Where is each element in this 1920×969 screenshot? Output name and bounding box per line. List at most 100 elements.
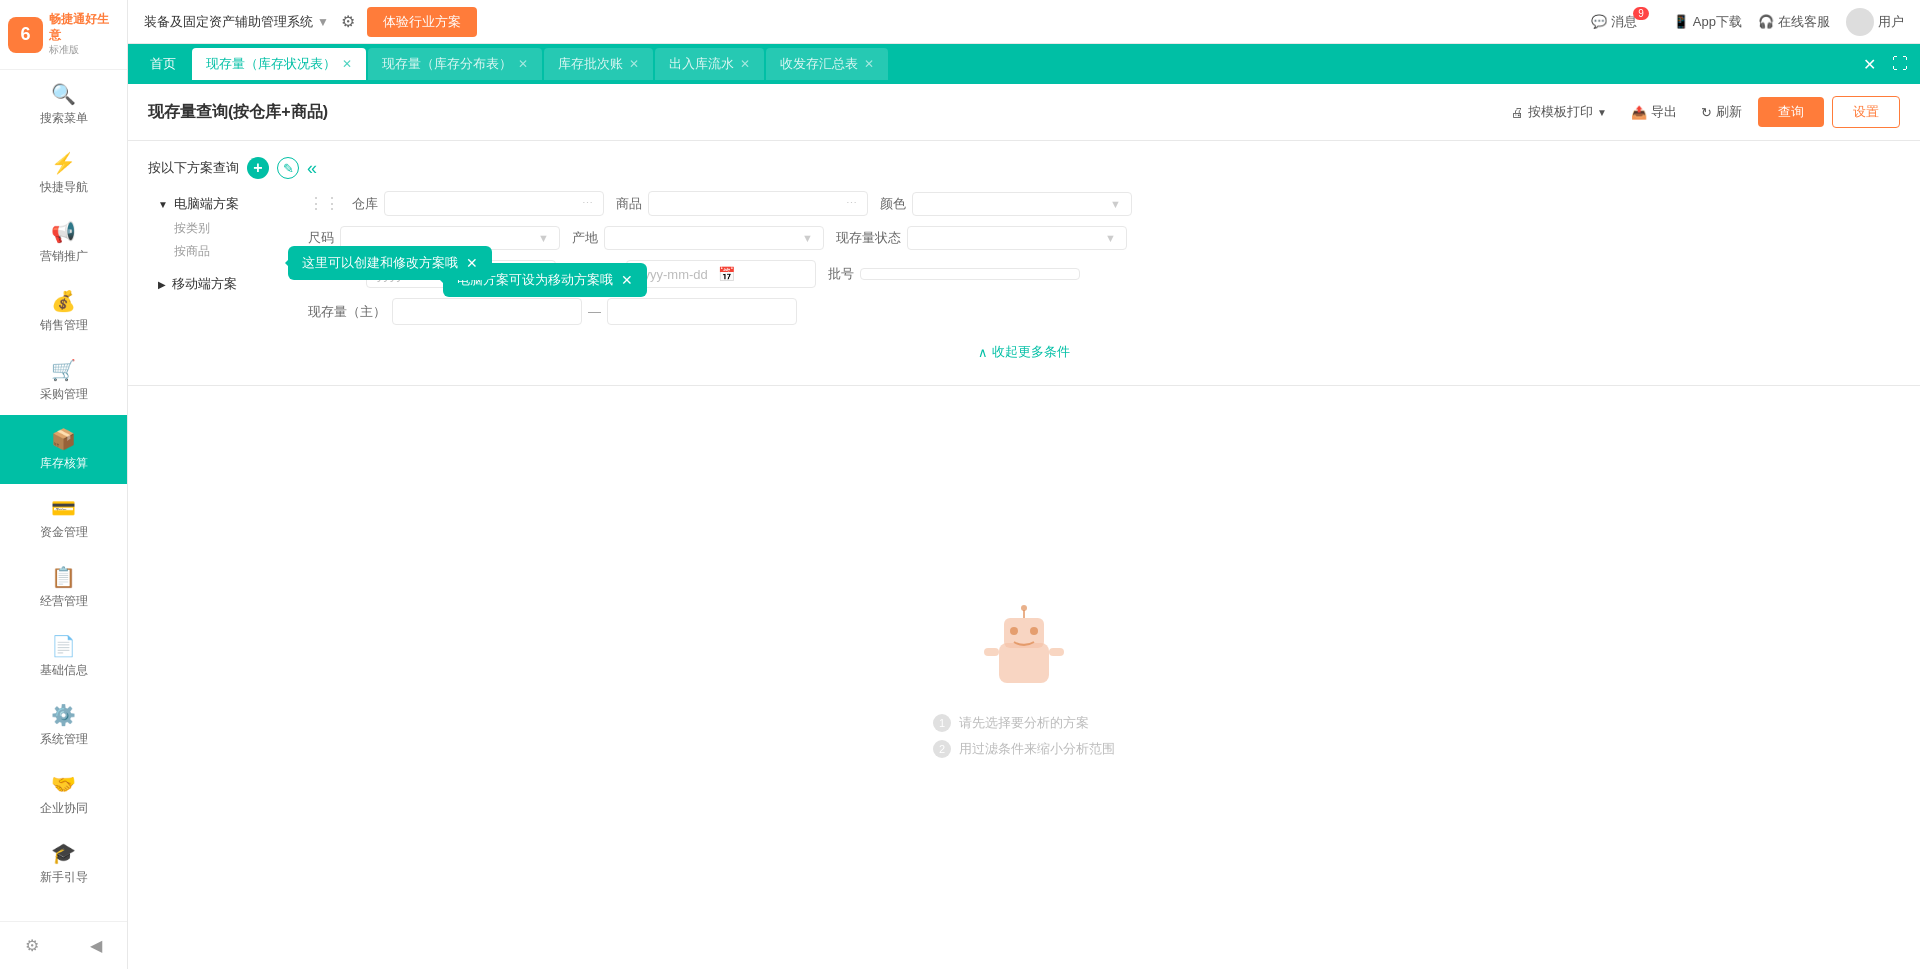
sidebar-item-system[interactable]: ⚙️ 系统管理 [0, 691, 127, 760]
tab-inventory-status[interactable]: 现存量（库存状况表） ✕ [192, 48, 366, 80]
scheme-pc[interactable]: ▼ 电脑端方案 [158, 191, 288, 217]
filter-edit-button[interactable]: ✎ [277, 157, 299, 179]
status-select-arrow: ▼ [1105, 232, 1116, 244]
scheme-mobile[interactable]: ▶ 移动端方案 [158, 271, 288, 297]
tab-actions: ✕ ⛶ [1859, 53, 1912, 76]
header-settings-icon[interactable]: ⚙ [341, 12, 355, 31]
user-avatar [1846, 8, 1874, 36]
tab-batch-account[interactable]: 库存批次账 ✕ [544, 48, 653, 80]
color-select[interactable]: ▼ [912, 192, 1132, 216]
size-select-arrow: ▼ [538, 232, 549, 244]
app-download-action[interactable]: 📱 App下载 [1673, 13, 1742, 31]
origin-select-arrow: ▼ [802, 232, 813, 244]
sidebar-item-basic[interactable]: 📄 基础信息 [0, 622, 127, 691]
sidebar-item-quick[interactable]: ⚡ 快捷导航 [0, 139, 127, 208]
arrow-right-icon: ▶ [158, 279, 166, 290]
export-btn[interactable]: 📤 导出 [1623, 99, 1685, 125]
sidebar-collapse-btn[interactable]: ◀ [82, 932, 110, 959]
filter-field-origin: 产地 ▼ [572, 226, 824, 250]
collapse-filter-btn[interactable]: ∧ 收起更多条件 [148, 335, 1900, 369]
scheme-pc-children: 按类别 按商品 [158, 217, 288, 263]
export-icon: 📤 [1631, 105, 1647, 120]
tab-recv-send[interactable]: 收发存汇总表 ✕ [766, 48, 888, 80]
tooltip-close-1[interactable]: ✕ [621, 272, 633, 288]
qty-range-min[interactable] [392, 298, 582, 325]
warehouse-select[interactable]: ⋯ [384, 191, 604, 216]
product-select[interactable]: ⋯ [648, 191, 868, 216]
search-button[interactable]: 查询 [1758, 97, 1824, 127]
filter-row-4: 现存量（主） — [308, 298, 1900, 325]
tooltip-text-2: 这里可以创建和修改方案哦 [302, 254, 458, 272]
arrow-down-icon: ▼ [158, 199, 168, 210]
sidebar-item-guide[interactable]: 🎓 新手引导 [0, 829, 127, 898]
tab-close-inventory-status[interactable]: ✕ [342, 57, 352, 71]
print-dropdown-icon: ▼ [1597, 107, 1607, 118]
sidebar-item-operation[interactable]: 📋 经营管理 [0, 553, 127, 622]
tab-close-inout-flow[interactable]: ✕ [740, 57, 750, 71]
sidebar-item-inventory[interactable]: 📦 库存核算 [0, 415, 127, 484]
tab-close-inventory-dist[interactable]: ✕ [518, 57, 528, 71]
online-service-action[interactable]: 🎧 在线客服 [1758, 13, 1830, 31]
origin-select[interactable]: ▼ [604, 226, 824, 250]
tooltip-close-2[interactable]: ✕ [466, 255, 478, 271]
svg-rect-4 [984, 648, 999, 656]
tab-inout-flow[interactable]: 出入库流水 ✕ [655, 48, 764, 80]
refresh-btn[interactable]: ↻ 刷新 [1693, 99, 1750, 125]
expdate-input[interactable]: yyyy-mm-dd 📅 [626, 260, 816, 288]
page-actions: 🖨 按模板打印 ▼ 📤 导出 ↻ 刷新 查询 设置 [1503, 96, 1900, 128]
sidebar-item-marketing[interactable]: 📢 营销推广 [0, 208, 127, 277]
print-btn[interactable]: 🖨 按模板打印 ▼ [1503, 99, 1615, 125]
sidebar-item-purchase[interactable]: 🛒 采购管理 [0, 346, 127, 415]
svg-point-7 [1021, 605, 1027, 611]
tooltip-arrow-2 [280, 258, 290, 268]
empty-illustration [974, 598, 1074, 698]
system-title: 装备及固定资产辅助管理系统 [144, 13, 313, 31]
svg-rect-1 [1004, 618, 1044, 648]
guide-icon: 🎓 [51, 841, 76, 865]
filter-body: 这里可以创建和修改方案哦 ✕ ▼ 电脑端方案 按类别 按 [148, 191, 1900, 335]
tab-close-batch-account[interactable]: ✕ [629, 57, 639, 71]
calendar-icon-2[interactable]: 📅 [718, 266, 735, 282]
top-header: 装备及固定资产辅助管理系统 ▼ ⚙ 体验行业方案 💬 消息 9 📱 App下载 … [128, 0, 1920, 44]
system-icon: ⚙️ [51, 703, 76, 727]
user-action[interactable]: 用户 [1846, 8, 1904, 36]
tab-home[interactable]: 首页 [136, 49, 190, 79]
status-select[interactable]: ▼ [907, 226, 1127, 250]
svg-point-3 [1030, 627, 1038, 635]
filter-field-warehouse: 仓库 ⋯ [352, 191, 604, 216]
sidebar-item-sales[interactable]: 💰 销售管理 [0, 277, 127, 346]
set-button[interactable]: 设置 [1832, 96, 1900, 128]
tab-fullscreen-icon[interactable]: ⛶ [1888, 53, 1912, 75]
scheme-by-product[interactable]: 按商品 [174, 240, 288, 263]
drag-handle-icon: ⋮⋮ [308, 194, 340, 213]
qty-range: — [392, 298, 797, 325]
marketing-icon: 📢 [51, 220, 76, 244]
empty-step-2: 2 用过滤条件来缩小分析范围 [933, 740, 1115, 758]
qty-range-max[interactable] [607, 298, 797, 325]
tab-close-all-icon[interactable]: ✕ [1859, 53, 1880, 76]
trial-button[interactable]: 体验行业方案 [367, 7, 477, 37]
empty-state: 1 请先选择要分析的方案 2 用过滤条件来缩小分析范围 [128, 386, 1920, 969]
sidebar-item-enterprise[interactable]: 🤝 企业协同 [0, 760, 127, 829]
empty-steps: 1 请先选择要分析的方案 2 用过滤条件来缩小分析范围 [933, 714, 1115, 758]
sidebar-item-finance[interactable]: 💳 资金管理 [0, 484, 127, 553]
tab-close-recv-send[interactable]: ✕ [864, 57, 874, 71]
filter-back-button[interactable]: « [307, 158, 317, 179]
sidebar-settings-btn[interactable]: ⚙ [17, 932, 47, 959]
select-arrow-icon: ⋯ [582, 197, 593, 210]
logo-text: 畅捷通好生意 标准版 [49, 12, 119, 57]
search-icon: 🔍 [51, 82, 76, 106]
page-title-bar: 现存量查询(按仓库+商品) 🖨 按模板打印 ▼ 📤 导出 ↻ 刷新 [128, 84, 1920, 141]
system-title-select[interactable]: 装备及固定资产辅助管理系统 ▼ [144, 13, 329, 31]
message-action[interactable]: 💬 消息 9 [1591, 13, 1657, 31]
message-badge: 9 [1633, 7, 1649, 20]
scheme-by-category[interactable]: 按类别 [174, 217, 288, 240]
tooltip-scheme-create: 这里可以创建和修改方案哦 ✕ [288, 246, 492, 280]
tab-inventory-dist[interactable]: 现存量（库存分布表） ✕ [368, 48, 542, 80]
filter-add-button[interactable]: + [247, 157, 269, 179]
page-title: 现存量查询(按仓库+商品) [148, 102, 328, 123]
sidebar-item-search[interactable]: 🔍 搜索菜单 [0, 70, 127, 139]
batch-input[interactable] [860, 268, 1080, 280]
scheme-tree: 这里可以创建和修改方案哦 ✕ ▼ 电脑端方案 按类别 按 [148, 191, 288, 335]
filter-field-batch: 批号 [828, 265, 1080, 283]
